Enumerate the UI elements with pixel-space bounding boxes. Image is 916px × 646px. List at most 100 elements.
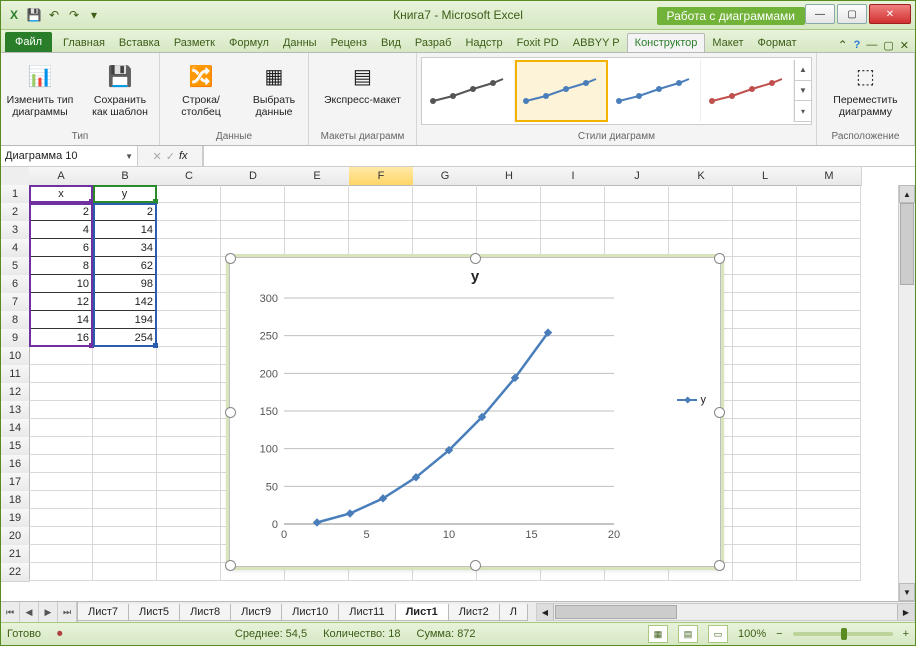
cell[interactable]: [733, 383, 797, 401]
chart-style-3[interactable]: [608, 60, 701, 122]
scroll-down-icon[interactable]: ▼: [899, 583, 915, 601]
cell[interactable]: [733, 311, 797, 329]
tab-abbyy[interactable]: ABBYY P: [566, 34, 627, 52]
cell[interactable]: [93, 347, 157, 365]
cell[interactable]: [477, 203, 541, 221]
cell[interactable]: 8: [29, 257, 93, 275]
cell[interactable]: 2: [29, 203, 93, 221]
cell[interactable]: [285, 203, 349, 221]
row-header[interactable]: 15: [1, 437, 30, 456]
cell[interactable]: [413, 221, 477, 239]
cell[interactable]: 194: [93, 311, 157, 329]
cell[interactable]: [669, 203, 733, 221]
redo-icon[interactable]: ↷: [65, 6, 83, 24]
cell[interactable]: [797, 347, 861, 365]
tab-addins[interactable]: Надстр: [458, 34, 509, 52]
tab-design[interactable]: Конструктор: [627, 33, 706, 52]
row-header[interactable]: 10: [1, 347, 30, 366]
cell[interactable]: [157, 383, 221, 401]
scroll-thumb[interactable]: [900, 203, 914, 285]
cell[interactable]: [797, 437, 861, 455]
cell[interactable]: [93, 491, 157, 509]
qat-custom-icon[interactable]: ▾: [85, 6, 103, 24]
cell[interactable]: [797, 221, 861, 239]
cell[interactable]: [285, 221, 349, 239]
embedded-chart[interactable]: y 05010015020025030005101520 y: [229, 257, 721, 567]
chart-legend[interactable]: y: [677, 394, 707, 406]
cell[interactable]: [605, 239, 669, 257]
cell[interactable]: [157, 239, 221, 257]
save-as-template-button[interactable]: 💾 Сохранить как шаблон: [82, 57, 158, 121]
sheet-tab[interactable]: Лист5: [128, 604, 180, 621]
zoom-out-icon[interactable]: −: [776, 628, 782, 640]
cell[interactable]: [157, 545, 221, 563]
worksheet[interactable]: ABCDEFGHIJKLM 12345678910111213141516171…: [1, 167, 915, 601]
cell[interactable]: [157, 419, 221, 437]
cell[interactable]: [733, 239, 797, 257]
cell[interactable]: [157, 509, 221, 527]
cell[interactable]: [29, 455, 93, 473]
cell[interactable]: [285, 239, 349, 257]
cell[interactable]: [93, 455, 157, 473]
cell[interactable]: [93, 383, 157, 401]
undo-icon[interactable]: ↶: [45, 6, 63, 24]
row-header[interactable]: 3: [1, 221, 30, 240]
cell[interactable]: [157, 473, 221, 491]
row-header[interactable]: 18: [1, 491, 30, 510]
cell[interactable]: [93, 527, 157, 545]
zoom-in-icon[interactable]: +: [903, 628, 909, 640]
cell[interactable]: [29, 437, 93, 455]
cell[interactable]: 254: [93, 329, 157, 347]
cell[interactable]: [29, 365, 93, 383]
cell[interactable]: [29, 473, 93, 491]
tab-formulas[interactable]: Формул: [222, 34, 276, 52]
row-header[interactable]: 20: [1, 527, 30, 546]
cell[interactable]: [605, 185, 669, 203]
cell[interactable]: [797, 527, 861, 545]
change-chart-type-button[interactable]: 📊 Изменить тип диаграммы: [2, 57, 78, 121]
zoom-level[interactable]: 100%: [738, 628, 766, 640]
tab-home[interactable]: Главная: [56, 34, 112, 52]
cell[interactable]: 62: [93, 257, 157, 275]
column-header[interactable]: L: [733, 167, 798, 186]
cell[interactable]: [349, 203, 413, 221]
column-header[interactable]: F: [349, 167, 414, 186]
switch-row-column-button[interactable]: 🔀 Строка/столбец: [163, 57, 239, 121]
cell[interactable]: [413, 239, 477, 257]
plot-area[interactable]: 05010015020025030005101520: [284, 298, 614, 524]
row-header[interactable]: 13: [1, 401, 30, 420]
quick-layout-button[interactable]: ▤ Экспресс-макет: [314, 57, 410, 109]
column-header[interactable]: K: [669, 167, 734, 186]
cell[interactable]: [797, 257, 861, 275]
cell[interactable]: [157, 455, 221, 473]
sheet-tab[interactable]: Лист2: [448, 604, 500, 621]
tab-file[interactable]: Файл: [5, 32, 52, 52]
sheet-tab[interactable]: Лист10: [281, 604, 339, 621]
row-header[interactable]: 12: [1, 383, 30, 402]
row-header[interactable]: 4: [1, 239, 30, 258]
chart-style-4[interactable]: [701, 60, 794, 122]
cell[interactable]: [29, 509, 93, 527]
view-normal-icon[interactable]: ▦: [648, 625, 668, 643]
cell[interactable]: [733, 185, 797, 203]
cell[interactable]: [93, 419, 157, 437]
cell[interactable]: [93, 509, 157, 527]
cell[interactable]: [733, 437, 797, 455]
cell[interactable]: 12: [29, 293, 93, 311]
cell[interactable]: [733, 563, 797, 581]
cell[interactable]: 16: [29, 329, 93, 347]
cell[interactable]: [157, 275, 221, 293]
tab-layout[interactable]: Макет: [705, 34, 750, 52]
tab-view[interactable]: Вид: [374, 34, 408, 52]
column-header[interactable]: C: [157, 167, 222, 186]
sheet-tab[interactable]: Лист7: [77, 604, 129, 621]
enter-icon[interactable]: ✓: [166, 150, 175, 163]
cell[interactable]: [413, 185, 477, 203]
select-data-button[interactable]: ▦ Выбрать данные: [243, 57, 305, 121]
row-header[interactable]: 6: [1, 275, 30, 294]
column-header[interactable]: E: [285, 167, 350, 186]
cancel-icon[interactable]: ✕: [153, 150, 162, 163]
view-pagelayout-icon[interactable]: ▤: [678, 625, 698, 643]
cell[interactable]: [797, 275, 861, 293]
cell[interactable]: [157, 329, 221, 347]
